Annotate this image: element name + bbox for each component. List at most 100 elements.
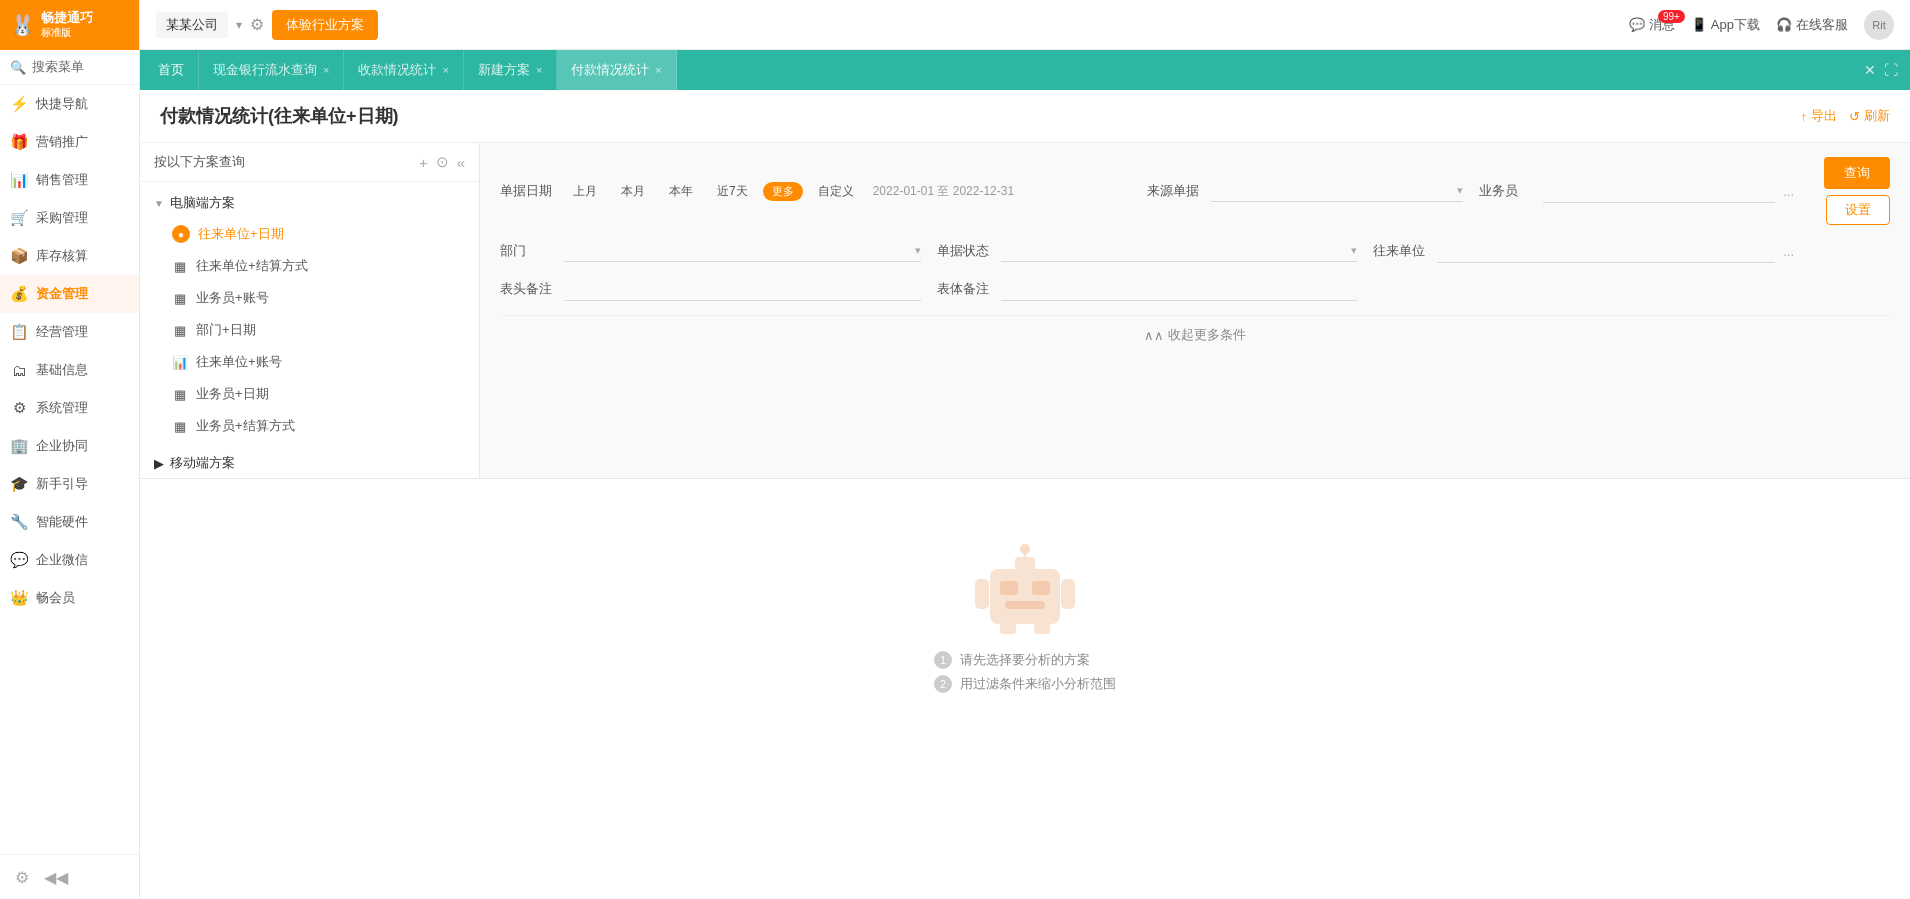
sidebar-item-business[interactable]: 📋 经营管理: [0, 313, 139, 351]
sidebar-item-system[interactable]: ⚙ 系统管理: [0, 389, 139, 427]
app-download-btn[interactable]: 📱 App下载: [1691, 16, 1760, 34]
scheme-item-staff-account[interactable]: ▦ 业务员+账号: [140, 282, 479, 314]
source-field: 来源单据 ▾: [1147, 180, 1463, 202]
quick-nav-label: 快捷导航: [36, 95, 88, 113]
company-name: 某某公司: [156, 12, 228, 38]
scheme-item-unit-date-label: 往来单位+日期: [198, 225, 284, 243]
date-btn-7days[interactable]: 近7天: [708, 180, 757, 203]
user-avatar[interactable]: Rit: [1864, 10, 1894, 40]
source-label: 来源单据: [1147, 182, 1203, 200]
mobile-group-arrow-icon: ▶: [154, 456, 164, 471]
partner-input[interactable]: [1437, 239, 1775, 263]
date-btn-this-month[interactable]: 本月: [612, 180, 654, 203]
sidebar-search[interactable]: 🔍 搜索菜单: [0, 50, 139, 85]
table-body-note-field: 表体备注: [937, 277, 1358, 301]
online-service-btn[interactable]: 🎧 在线客服: [1776, 16, 1848, 34]
sidebar-item-marketing[interactable]: 🎁 营销推广: [0, 123, 139, 161]
scheme-mobile-group-title[interactable]: ▶ 移动端方案: [140, 448, 479, 478]
tab-payment-stat[interactable]: 付款情况统计 ×: [557, 50, 676, 90]
sales-label: 销售管理: [36, 171, 88, 189]
user-name: Rit: [1872, 19, 1885, 31]
dept-select[interactable]: ▾: [564, 240, 921, 262]
sidebar-item-weixin[interactable]: 💬 企业微信: [0, 541, 139, 579]
trial-btn[interactable]: 体验行业方案: [272, 10, 378, 40]
scheme-item-table-icon-1: ▦: [172, 258, 188, 274]
tabbar-actions: ✕ ⛶: [1856, 50, 1906, 90]
table-header-note-label: 表头备注: [500, 280, 556, 298]
scheme-item-staff-payment[interactable]: ▦ 业务员+结算方式: [140, 410, 479, 442]
message-btn[interactable]: 💬 消息 99+: [1629, 16, 1675, 34]
content-area: 付款情况统计(往来单位+日期) ↑ 导出 ↺ 刷新 按以下方案查询 +: [140, 90, 1910, 899]
sidebar-item-member[interactable]: 👑 畅会员: [0, 579, 139, 617]
sidebar-settings-icon[interactable]: ⚙: [10, 865, 34, 889]
weixin-label: 企业微信: [36, 551, 88, 569]
tab-home-label: 首页: [158, 61, 184, 79]
sidebar-item-inventory[interactable]: 📦 库存核算: [0, 237, 139, 275]
topbar-chevron-icon[interactable]: ▾: [236, 18, 242, 32]
sidebar-item-hardware[interactable]: 🔧 智能硬件: [0, 503, 139, 541]
settings-btn[interactable]: 设置: [1826, 195, 1890, 225]
tab-receipt-stat-close[interactable]: ×: [442, 64, 448, 76]
sidebar-item-basic[interactable]: 🗂 基础信息: [0, 351, 139, 389]
refresh-btn[interactable]: ↺ 刷新: [1849, 107, 1890, 125]
date-btn-last-month[interactable]: 上月: [564, 180, 606, 203]
scheme-item-unit-account-label: 往来单位+账号: [196, 353, 282, 371]
table-header-note-field: 表头备注: [500, 277, 921, 301]
export-btn[interactable]: ↑ 导出: [1801, 107, 1838, 125]
tip-text-1: 请先选择要分析的方案: [960, 651, 1090, 669]
enterprise-label: 企业协同: [36, 437, 88, 455]
member-label: 畅会员: [36, 589, 75, 607]
scheme-pc-group-title[interactable]: ▼ 电脑端方案: [140, 188, 479, 218]
tab-new-scheme[interactable]: 新建方案 ×: [464, 50, 557, 90]
sidebar-item-capital[interactable]: 💰 资金管理: [0, 275, 139, 313]
tab-bank-flow-close[interactable]: ×: [323, 64, 329, 76]
sidebar-item-sales[interactable]: 📊 销售管理: [0, 161, 139, 199]
sidebar-item-guide[interactable]: 🎓 新手引导: [0, 465, 139, 503]
tab-close-all-icon[interactable]: ✕: [1864, 62, 1876, 78]
tab-new-scheme-close[interactable]: ×: [536, 64, 542, 76]
date-btn-more[interactable]: 更多: [763, 182, 803, 201]
sidebar-collapse-icon[interactable]: ◀◀: [44, 865, 68, 889]
scheme-add-icon[interactable]: +: [419, 154, 428, 171]
scheme-item-unit-payment[interactable]: ▦ 往来单位+结算方式: [140, 250, 479, 282]
scheme-item-unit-account[interactable]: 📊 往来单位+账号: [140, 346, 479, 378]
scheme-item-dept-date[interactable]: ▦ 部门+日期: [140, 314, 479, 346]
query-panel: 单据日期 上月 本月 本年 近7天 更多 自定义 2022-01-01 至 20…: [480, 143, 1910, 478]
partner-label: 往来单位: [1373, 242, 1429, 260]
sidebar-item-purchase[interactable]: 🛒 采购管理: [0, 199, 139, 237]
topbar: 某某公司 ▾ ⚙ 体验行业方案 💬 消息 99+ 📱 App下载 🎧 在线客服 …: [140, 0, 1910, 50]
guide-label: 新手引导: [36, 475, 88, 493]
inventory-icon: 📦: [10, 247, 28, 265]
collapse-more-btn[interactable]: ∧∧ 收起更多条件: [1144, 326, 1246, 344]
scheme-settings-icon[interactable]: ⊙: [436, 153, 449, 171]
tab-receipt-stat[interactable]: 收款情况统计 ×: [344, 50, 463, 90]
capital-label: 资金管理: [36, 285, 88, 303]
voucher-status-select[interactable]: ▾: [1001, 240, 1358, 262]
staff-input[interactable]: [1543, 179, 1776, 203]
scheme-item-staff-date[interactable]: ▦ 业务员+日期: [140, 378, 479, 410]
scheme-item-staff-account-label: 业务员+账号: [196, 289, 269, 307]
topbar-gear-icon[interactable]: ⚙: [250, 15, 264, 34]
sidebar-item-quick-nav[interactable]: ⚡ 快捷导航: [0, 85, 139, 123]
table-header-note-input[interactable]: [564, 277, 921, 301]
tab-home[interactable]: 首页: [144, 50, 199, 90]
page-title: 付款情况统计(往来单位+日期): [160, 104, 399, 128]
sidebar-item-enterprise[interactable]: 🏢 企业协同: [0, 427, 139, 465]
tab-expand-icon[interactable]: ⛶: [1884, 62, 1898, 78]
staff-label: 业务员: [1479, 182, 1535, 200]
query-btn[interactable]: 查询: [1824, 157, 1890, 189]
source-select[interactable]: ▾: [1211, 180, 1463, 202]
tab-payment-stat-close[interactable]: ×: [655, 64, 661, 76]
date-btn-custom[interactable]: 自定义: [809, 180, 863, 203]
date-range-display: 2022-01-01 至 2022-12-31: [873, 183, 1014, 200]
svg-point-6: [1020, 544, 1030, 554]
scheme-item-unit-date[interactable]: ● 往来单位+日期: [140, 218, 479, 250]
table-body-note-input[interactable]: [1001, 277, 1358, 301]
scheme-collapse-icon[interactable]: «: [457, 154, 465, 171]
tab-bank-flow[interactable]: 现金银行流水查询 ×: [199, 50, 344, 90]
partner-ellipsis[interactable]: ...: [1783, 244, 1794, 259]
date-btn-this-year[interactable]: 本年: [660, 180, 702, 203]
staff-ellipsis[interactable]: ...: [1783, 184, 1794, 199]
scheme-panel-icons: + ⊙ «: [419, 153, 465, 171]
tabbar: 首页 现金银行流水查询 × 收款情况统计 × 新建方案 × 付款情况统计 × ✕…: [140, 50, 1910, 90]
